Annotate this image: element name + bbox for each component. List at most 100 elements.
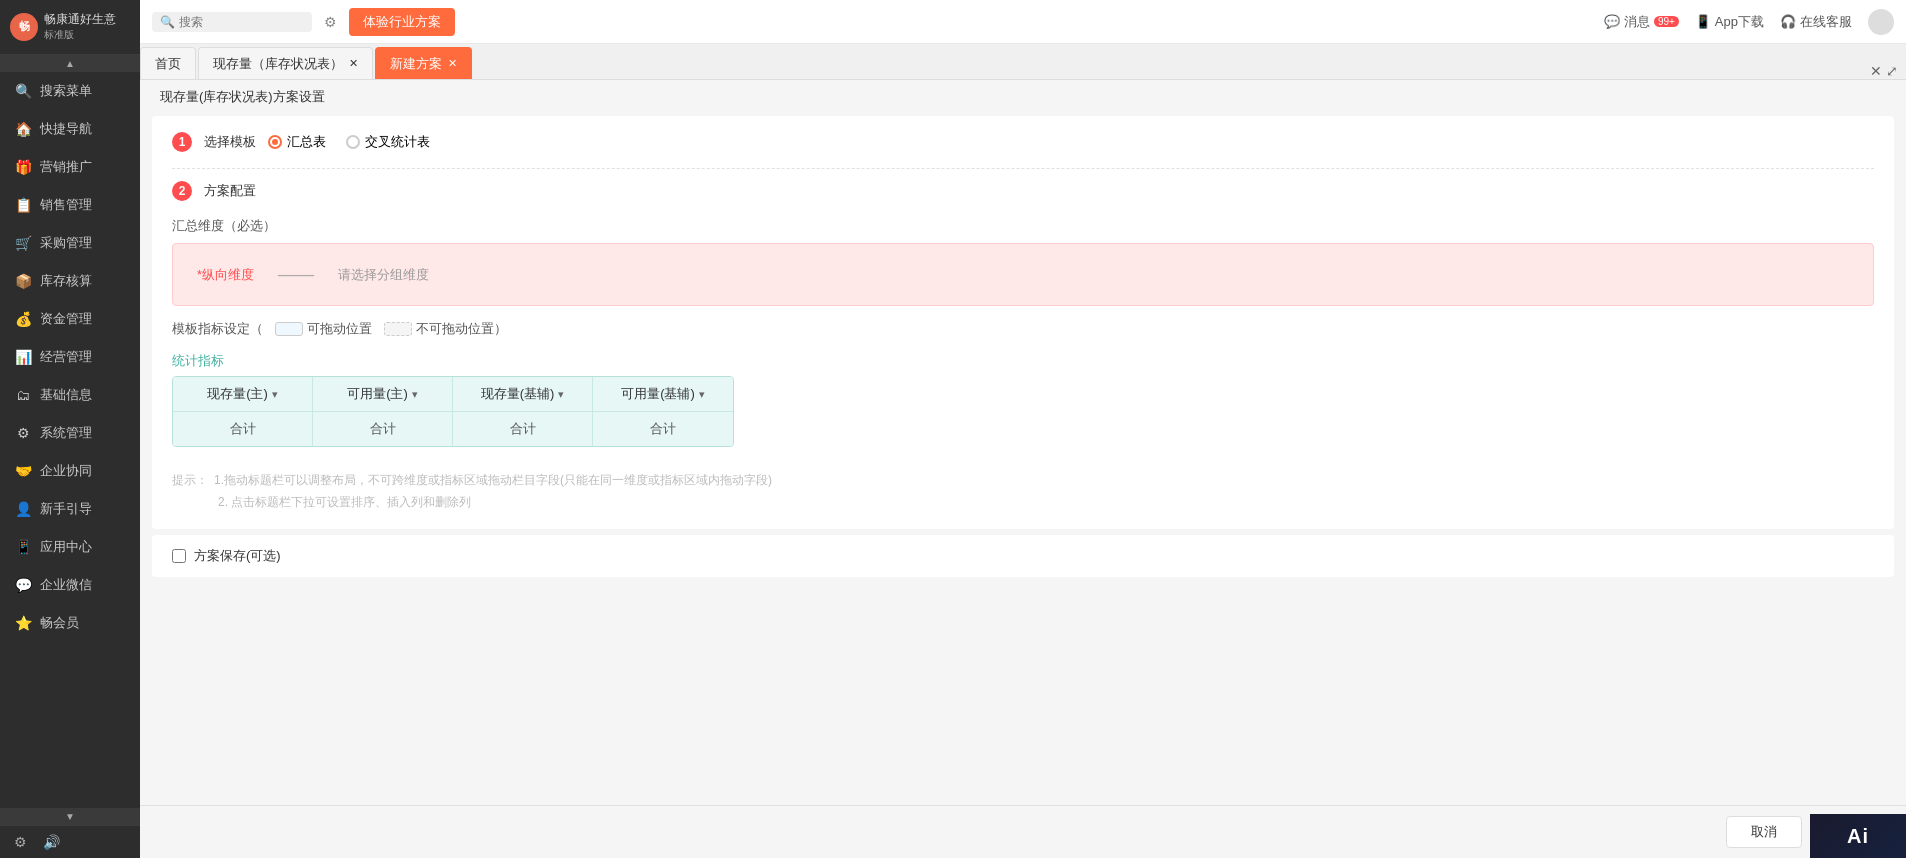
stats-section: 统计指标 现存量(主) ▾ 合计 可用量(主) [172, 352, 1874, 450]
radio-cross-label: 交叉统计表 [365, 133, 430, 151]
radio-summary-label: 汇总表 [287, 133, 326, 151]
settings-icon[interactable]: ⚙ [14, 834, 27, 850]
save-plan-section: 方案保存(可选) [152, 535, 1894, 577]
sidebar-item-cooperation[interactable]: 🤝 企业协同 [0, 452, 140, 490]
sales-nav-icon: 📋 [14, 197, 32, 213]
message-icon: 💬 [1604, 14, 1620, 29]
sidebar-item-finance[interactable]: 💰 资金管理 [0, 300, 140, 338]
tip-1-text: 1.拖动标题栏可以调整布局，不可跨维度或指标区域拖动栏目字段(只能在同一维度或指… [214, 470, 772, 492]
speaker-icon[interactable]: 🔊 [43, 834, 60, 850]
tip-2-indent [172, 492, 212, 514]
logo-icon: 畅 [10, 13, 38, 41]
tabbar: 首页 现存量（库存状况表） ✕ 新建方案 ✕ ✕ ⤢ [140, 44, 1906, 80]
sidebar-item-label: 畅会员 [40, 614, 79, 632]
stats-col-2-header[interactable]: 现存量(基辅) ▾ [453, 377, 592, 412]
sidebar-item-label: 企业微信 [40, 576, 92, 594]
sidebar-item-label: 搜索菜单 [40, 82, 92, 100]
stats-col-3: 可用量(基辅) ▾ 合计 [593, 377, 733, 446]
sidebar-item-shortcut[interactable]: 🏠 快捷导航 [0, 110, 140, 148]
settings-icon[interactable]: ⚙ [320, 10, 341, 34]
cancel-button[interactable]: 取消 [1726, 816, 1802, 848]
message-button[interactable]: 💬 消息 99+ [1604, 13, 1679, 31]
purchase-nav-icon: 🛒 [14, 235, 32, 251]
sidebar-item-system[interactable]: ⚙ 系统管理 [0, 414, 140, 452]
industry-plan-button[interactable]: 体验行业方案 [349, 8, 455, 36]
inventory-nav-icon: 📦 [14, 273, 32, 289]
stats-col-1-body: 合计 [313, 412, 452, 446]
stats-col-1-header[interactable]: 可用量(主) ▾ [313, 377, 452, 412]
template-radio-group: 汇总表 交叉统计表 [268, 133, 430, 151]
sidebar-item-label: 销售管理 [40, 196, 92, 214]
stats-col-0-header[interactable]: 现存量(主) ▾ [173, 377, 312, 412]
stats-col-3-header[interactable]: 可用量(基辅) ▾ [593, 377, 733, 412]
radio-summary[interactable]: 汇总表 [268, 133, 326, 151]
main-area: 🔍 ⚙ 体验行业方案 💬 消息 99+ 📱 App下载 🎧 在线客服 [140, 0, 1906, 858]
chevron-down-icon-0: ▾ [272, 388, 278, 401]
online-service-button[interactable]: 🎧 在线客服 [1780, 13, 1852, 31]
sidebar-scroll-up[interactable]: ▲ [0, 55, 140, 72]
save-plan-label: 方案保存(可选) [194, 547, 281, 565]
user-avatar[interactable] [1868, 9, 1894, 35]
chevron-down-icon-2: ▾ [558, 388, 564, 401]
sidebar-item-member[interactable]: ⭐ 畅会员 [0, 604, 140, 642]
search-input[interactable] [179, 15, 299, 29]
stats-col-0: 现存量(主) ▾ 合计 [173, 377, 313, 446]
step1-title: 选择模板 [204, 133, 256, 151]
footer: 取消 查询 [140, 805, 1906, 858]
sidebar-item-label: 新手引导 [40, 500, 92, 518]
sidebar-item-operation[interactable]: 📊 经营管理 [0, 338, 140, 376]
sidebar-item-label: 资金管理 [40, 310, 92, 328]
ai-label: Ai [1847, 825, 1869, 848]
headset-icon: 🎧 [1780, 14, 1796, 29]
sidebar-scroll-down[interactable]: ▼ [0, 808, 140, 825]
radio-cross[interactable]: 交叉统计表 [346, 133, 430, 151]
step2-row: 2 方案配置 [172, 181, 1874, 201]
sidebar-item-label: 企业协同 [40, 462, 92, 480]
save-plan-checkbox[interactable] [172, 549, 186, 563]
app-download-button[interactable]: 📱 App下载 [1695, 13, 1764, 31]
tab-inventory-close-icon[interactable]: ✕ [349, 57, 358, 70]
page-title: 现存量(库存状况表)方案设置 [160, 89, 325, 104]
sidebar-item-wechat[interactable]: 💬 企业微信 [0, 566, 140, 604]
stats-col-2: 现存量(基辅) ▾ 合计 [453, 377, 593, 446]
sidebar-item-basic[interactable]: 🗂 基础信息 [0, 376, 140, 414]
sidebar-item-marketing[interactable]: 🎁 营销推广 [0, 148, 140, 186]
content-area: 现存量(库存状况表)方案设置 1 选择模板 汇总表 交叉统计表 [140, 80, 1906, 805]
sidebar-item-label: 基础信息 [40, 386, 92, 404]
template-indicator-prefix: 模板指标设定（ [172, 320, 263, 338]
sidebar-item-app-center[interactable]: 📱 应用中心 [0, 528, 140, 566]
sidebar-item-inventory[interactable]: 📦 库存核算 [0, 262, 140, 300]
sidebar-item-label: 库存核算 [40, 272, 92, 290]
tab-close-window-icon[interactable]: ✕ [1870, 63, 1882, 79]
sidebar-item-purchase[interactable]: 🛒 采购管理 [0, 224, 140, 262]
tab-inventory-status[interactable]: 现存量（库存状况表） ✕ [198, 47, 373, 79]
radio-summary-dot [268, 135, 282, 149]
stats-table-header: 现存量(主) ▾ 合计 可用量(主) ▾ 合计 [173, 377, 733, 446]
stats-col-0-label: 现存量(主) [207, 385, 268, 403]
chevron-down-icon-1: ▾ [412, 388, 418, 401]
topbar-search-box[interactable]: 🔍 [152, 12, 312, 32]
tab-new-plan[interactable]: 新建方案 ✕ [375, 47, 472, 79]
template-indicator: 模板指标设定（ 可拖动位置 不可拖动位置） [172, 320, 1874, 338]
stats-table: 现存量(主) ▾ 合计 可用量(主) ▾ 合计 [172, 376, 734, 447]
tab-new-plan-close-icon[interactable]: ✕ [448, 57, 457, 70]
tip-2-text: 2. 点击标题栏下拉可设置排序、插入列和删除列 [218, 492, 471, 514]
draggable-indicator: 可拖动位置 [275, 320, 372, 338]
member-nav-icon: ⭐ [14, 615, 32, 631]
tab-home[interactable]: 首页 [140, 47, 196, 79]
sidebar-item-label: 应用中心 [40, 538, 92, 556]
sidebar-item-sales[interactable]: 📋 销售管理 [0, 186, 140, 224]
topbar: 🔍 ⚙ 体验行业方案 💬 消息 99+ 📱 App下载 🎧 在线客服 [140, 0, 1906, 44]
sidebar-item-search[interactable]: 🔍 搜索菜单 [0, 72, 140, 110]
radio-cross-dot [346, 135, 360, 149]
dim-label: 汇总维度（必选） [172, 217, 1874, 235]
tab-home-label: 首页 [155, 55, 181, 73]
sidebar-item-label: 营销推广 [40, 158, 92, 176]
sidebar-item-newbie[interactable]: 👤 新手引导 [0, 490, 140, 528]
sidebar-item-label: 经营管理 [40, 348, 92, 366]
tab-new-plan-label: 新建方案 [390, 55, 442, 73]
ai-badge[interactable]: Ai [1810, 814, 1906, 858]
non-draggable-box [384, 322, 412, 336]
logo-text: 畅康通好生意 标准版 [44, 12, 116, 42]
tab-expand-icon[interactable]: ⤢ [1886, 63, 1898, 79]
